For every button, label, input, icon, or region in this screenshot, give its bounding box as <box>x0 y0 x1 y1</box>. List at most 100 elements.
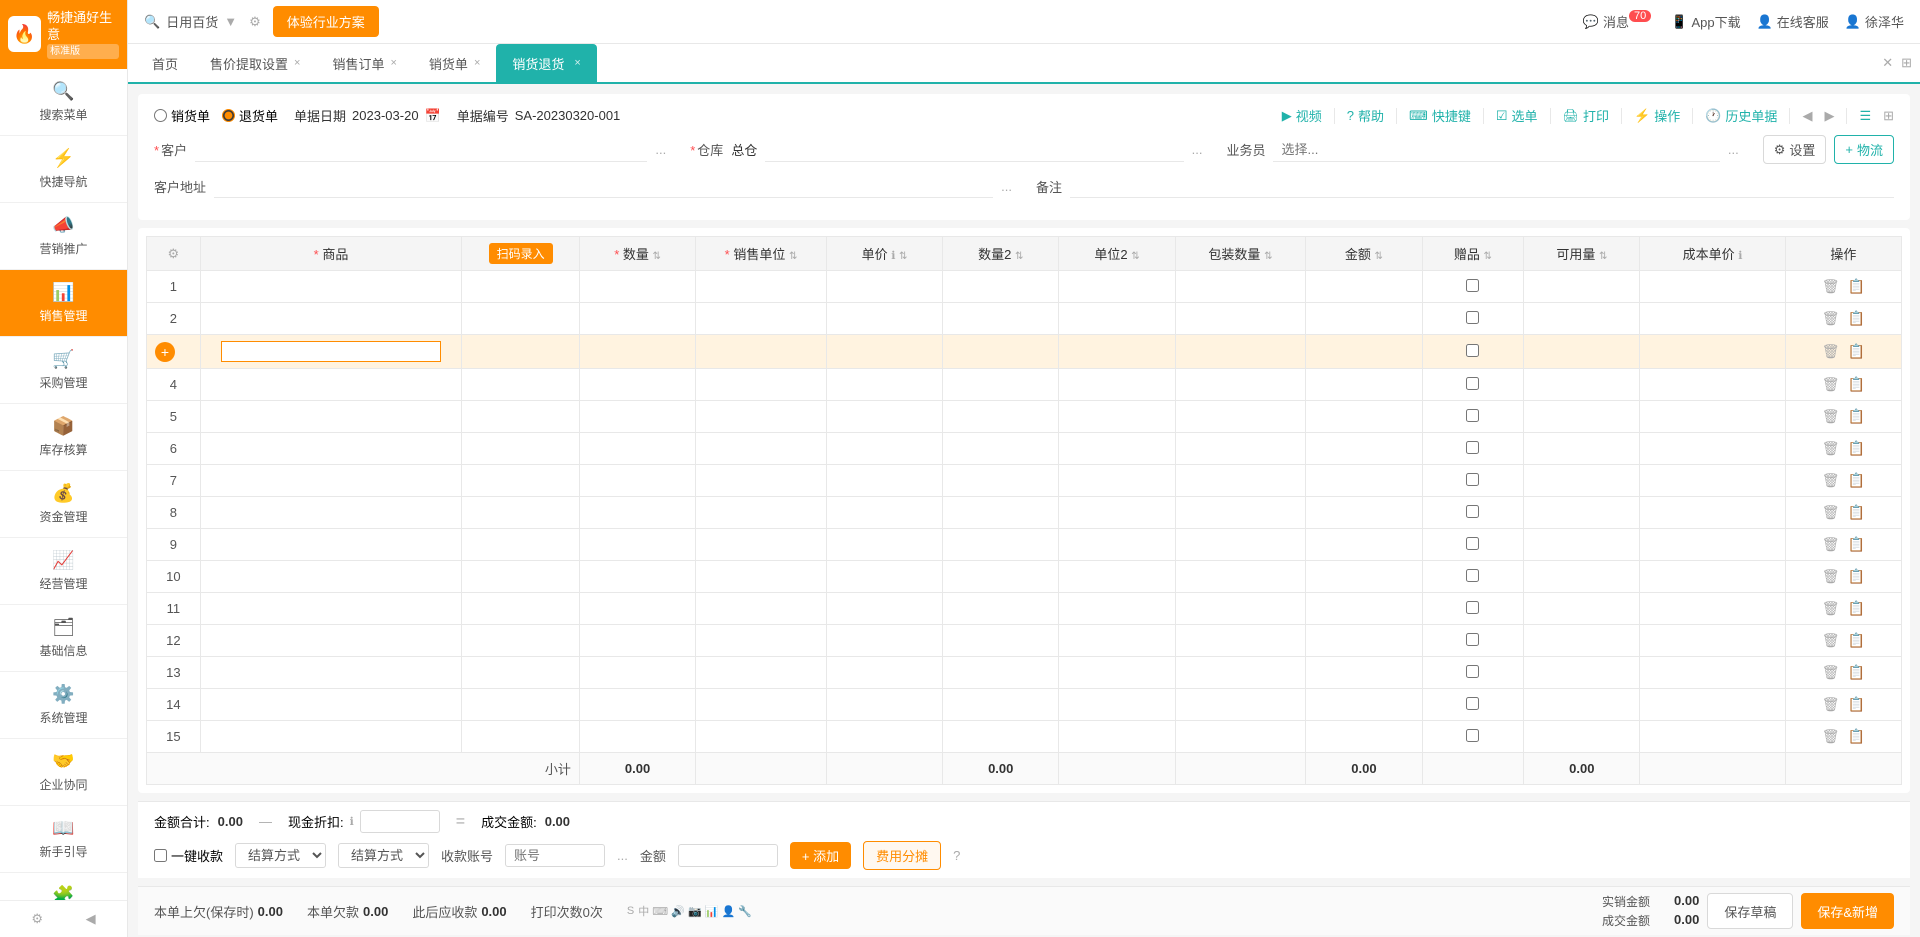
copy-icon-10[interactable]: 📋 <box>1848 568 1865 585</box>
gift-checkbox-13[interactable] <box>1466 665 1479 678</box>
sidebar-item-quick[interactable]: ⚡ 快捷导航 <box>0 136 127 203</box>
price-cell-1[interactable] <box>826 271 942 303</box>
price-cell-2[interactable] <box>826 303 942 335</box>
gift-cell-8[interactable] <box>1422 497 1524 529</box>
qty2-cell-5[interactable] <box>943 401 1059 433</box>
unit2-cell-6[interactable] <box>1059 433 1175 465</box>
history-action[interactable]: 🕐 历史单据 <box>1705 106 1777 125</box>
gift-checkbox-7[interactable] <box>1466 473 1479 486</box>
amount-cell-13[interactable] <box>1306 657 1422 689</box>
product-cell-4[interactable] <box>200 369 462 401</box>
price-cell-10[interactable] <box>826 561 942 593</box>
settings-button[interactable]: ⚙ 设置 <box>1763 135 1827 164</box>
price-cell-4[interactable] <box>826 369 942 401</box>
delete-icon-5[interactable]: 🗑 <box>1822 408 1840 425</box>
price-cell-6[interactable] <box>826 433 942 465</box>
delete-icon-12[interactable]: 🗑 <box>1822 632 1840 649</box>
copy-icon-7[interactable]: 📋 <box>1848 472 1865 489</box>
copy-icon-5[interactable]: 📋 <box>1848 408 1865 425</box>
tab-price-setting[interactable]: 售价提取设置 × <box>194 44 316 84</box>
qty-cell-14[interactable] <box>579 689 695 721</box>
product-cell-10[interactable] <box>200 561 462 593</box>
sidebar-item-basic[interactable]: 🗂 基础信息 <box>0 605 127 672</box>
tab-order-close-icon[interactable]: × <box>390 57 396 69</box>
qty2-cell-9[interactable] <box>943 529 1059 561</box>
amount-cell-6[interactable] <box>1306 433 1422 465</box>
qty2-cell-4[interactable] <box>943 369 1059 401</box>
qty-cell-2[interactable] <box>579 303 695 335</box>
copy-icon-14[interactable]: 📋 <box>1848 696 1865 713</box>
delete-icon-6[interactable]: 🗑 <box>1822 440 1840 457</box>
unit-cell-5[interactable] <box>696 401 827 433</box>
copy-icon-4[interactable]: 📋 <box>1848 376 1865 393</box>
product-input-3[interactable] <box>221 341 441 362</box>
expense-button[interactable]: 费用分摊 <box>863 841 941 870</box>
settings-icon[interactable]: ⚙ <box>31 911 43 927</box>
sidebar-item-guide[interactable]: 📖 新手引导 <box>0 806 127 873</box>
qty2-cell-11[interactable] <box>943 593 1059 625</box>
customer-input[interactable] <box>195 138 647 162</box>
address-input[interactable] <box>214 174 993 198</box>
qty2-cell-7[interactable] <box>943 465 1059 497</box>
qty2-cell-10[interactable] <box>943 561 1059 593</box>
tab-sales-order[interactable]: 销售订单 × <box>316 44 412 84</box>
qty-cell-9[interactable] <box>579 529 695 561</box>
product-cell-7[interactable] <box>200 465 462 497</box>
gift-cell-2[interactable] <box>1422 303 1524 335</box>
calc-method-select[interactable]: 结算方式 <box>338 843 429 868</box>
copy-icon-1[interactable]: 📋 <box>1848 278 1865 295</box>
qty2-sort-icon[interactable]: ⇅ <box>1015 251 1023 262</box>
qty2-cell-14[interactable] <box>943 689 1059 721</box>
copy-icon-12[interactable]: 📋 <box>1848 632 1865 649</box>
radio-sales-bill[interactable]: 销货单 <box>154 106 210 125</box>
pack-cell-8[interactable] <box>1175 497 1306 529</box>
gift-cell-9[interactable] <box>1422 529 1524 561</box>
gift-cell-11[interactable] <box>1422 593 1524 625</box>
copy-icon-9[interactable]: 📋 <box>1848 536 1865 553</box>
delete-icon-3[interactable]: 🗑 <box>1822 343 1840 360</box>
amount-cell-10[interactable] <box>1306 561 1422 593</box>
pack-cell-6[interactable] <box>1175 433 1306 465</box>
add-row-button[interactable]: + <box>155 342 175 362</box>
pack-cell-12[interactable] <box>1175 625 1306 657</box>
pack-cell-11[interactable] <box>1175 593 1306 625</box>
amount-cell-8[interactable] <box>1306 497 1422 529</box>
warehouse-input[interactable] <box>765 138 1183 162</box>
qty-cell-15[interactable] <box>579 721 695 753</box>
copy-icon-6[interactable]: 📋 <box>1848 440 1865 457</box>
unit2-cell-1[interactable] <box>1059 271 1175 303</box>
product-cell-5[interactable] <box>200 401 462 433</box>
prev-icon[interactable]: ◀ <box>1802 108 1812 124</box>
amount-cell-1[interactable] <box>1306 271 1422 303</box>
qty-cell-10[interactable] <box>579 561 695 593</box>
unit-cell-8[interactable] <box>696 497 827 529</box>
price-cell-12[interactable] <box>826 625 942 657</box>
unit2-cell-10[interactable] <box>1059 561 1175 593</box>
product-cell-6[interactable] <box>200 433 462 465</box>
unit2-cell-14[interactable] <box>1059 689 1175 721</box>
gift-cell-5[interactable] <box>1422 401 1524 433</box>
pack-cell-3[interactable] <box>1175 335 1306 369</box>
message-button[interactable]: 💬 消息 70 <box>1583 12 1655 31</box>
product-cell-9[interactable] <box>200 529 462 561</box>
amount-cell-12[interactable] <box>1306 625 1422 657</box>
sidebar-item-inventory[interactable]: 📦 库存核算 <box>0 404 127 471</box>
tab-sales-bill[interactable]: 销货单 × <box>413 44 496 84</box>
unit2-cell-7[interactable] <box>1059 465 1175 497</box>
gift-checkbox-14[interactable] <box>1466 697 1479 710</box>
delete-icon-4[interactable]: 🗑 <box>1822 376 1840 393</box>
product-cell-3[interactable] <box>200 335 462 369</box>
collapse-icon[interactable]: ◀ <box>86 911 96 927</box>
delete-icon-15[interactable]: 🗑 <box>1822 728 1840 745</box>
gift-checkbox-3[interactable] <box>1466 344 1479 357</box>
qty-sort-icon[interactable]: ⇅ <box>653 251 661 262</box>
pack-cell-4[interactable] <box>1175 369 1306 401</box>
amount-cell-11[interactable] <box>1306 593 1422 625</box>
pack-cell-14[interactable] <box>1175 689 1306 721</box>
tab-home[interactable]: 首页 <box>136 44 194 84</box>
logistics-button[interactable]: + 物流 <box>1834 135 1894 164</box>
unit-cell-10[interactable] <box>696 561 827 593</box>
gift-sort-icon[interactable]: ⇅ <box>1484 251 1492 262</box>
online-service-button[interactable]: 👤 在线客服 <box>1757 12 1829 31</box>
gift-checkbox-11[interactable] <box>1466 601 1479 614</box>
